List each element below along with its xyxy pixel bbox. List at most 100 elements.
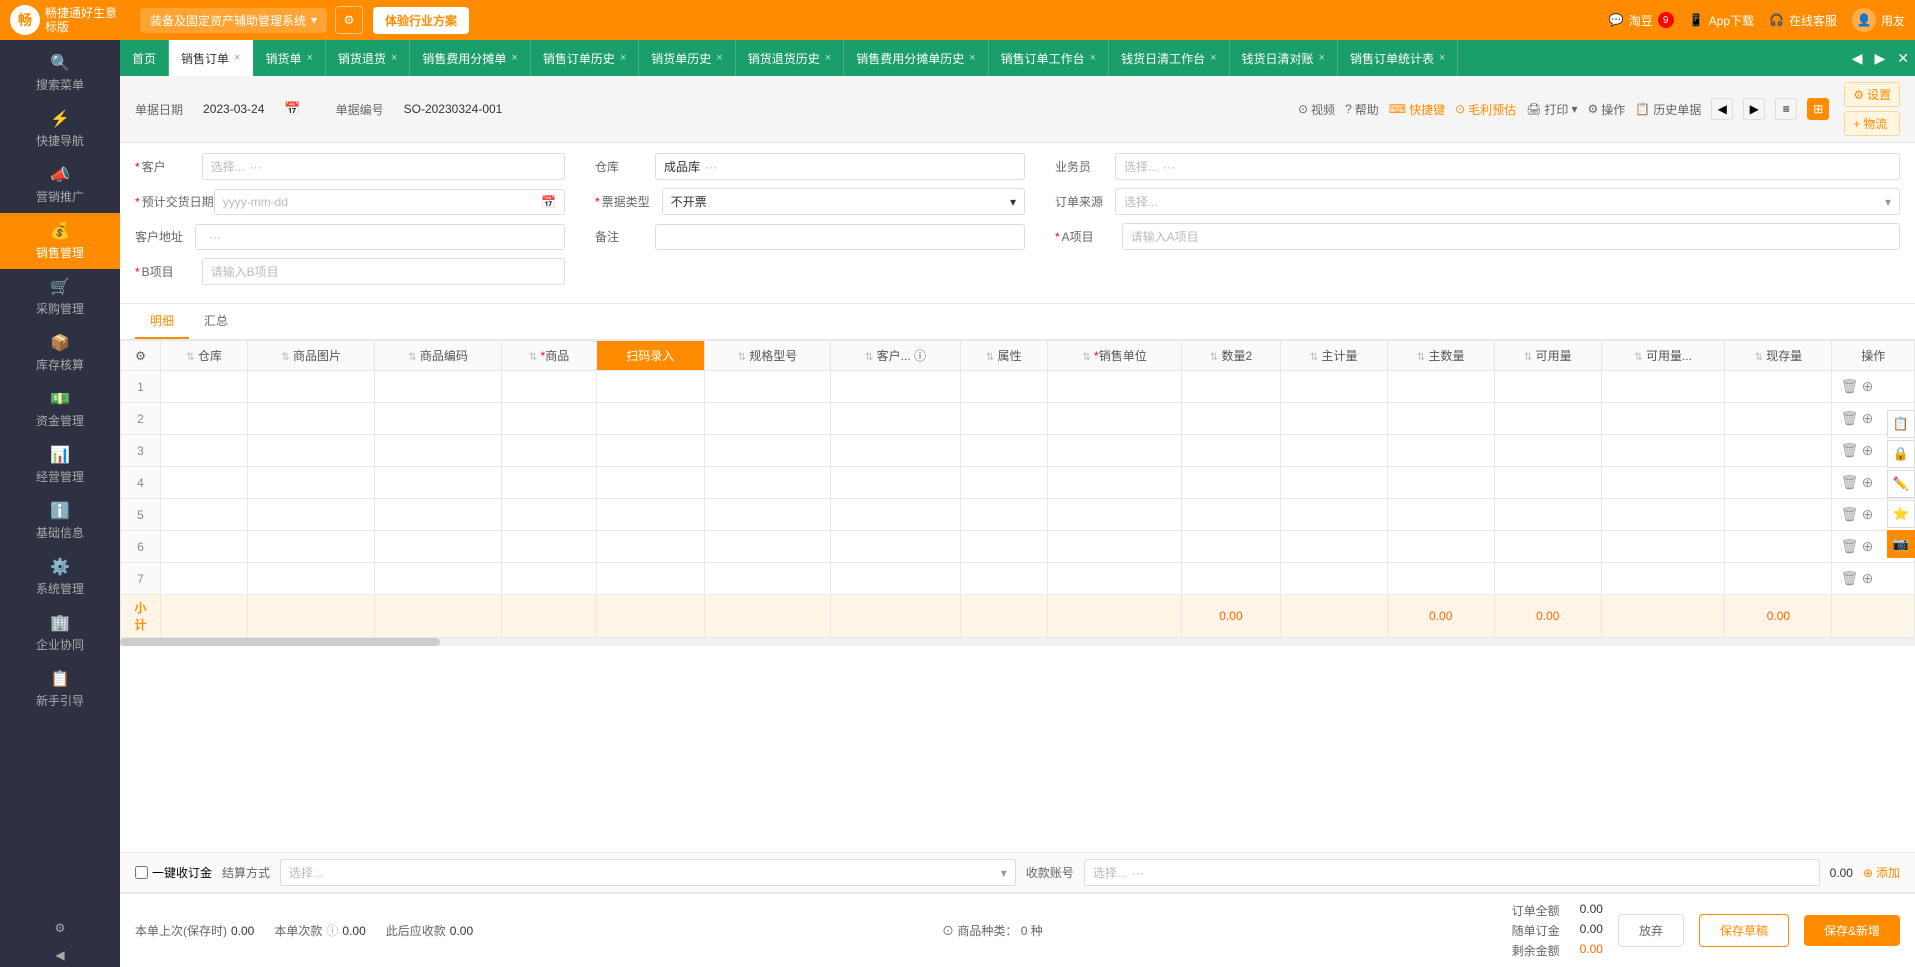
- close-tab-icon[interactable]: ×: [1090, 52, 1096, 64]
- cell-image[interactable]: [248, 499, 375, 531]
- cell-spec[interactable]: [704, 531, 831, 563]
- cell-attr[interactable]: [960, 531, 1047, 563]
- tab-sales-slip[interactable]: 销货单 ×: [253, 40, 325, 76]
- cell-unit[interactable]: [1047, 467, 1182, 499]
- prev-record-btn[interactable]: ◀: [1711, 98, 1733, 120]
- delete-row-btn[interactable]: 🗑: [1840, 538, 1858, 555]
- cell-main-unit[interactable]: [1280, 467, 1387, 499]
- cell-unit[interactable]: [1047, 563, 1182, 595]
- tab-slip-history[interactable]: 销货单历史 ×: [639, 40, 735, 76]
- tab-expense-history[interactable]: 销售费用分摊单历史 ×: [844, 40, 988, 76]
- tab-return-history[interactable]: 销货退货历史 ×: [736, 40, 844, 76]
- cell-main-unit[interactable]: [1280, 563, 1387, 595]
- calendar-icon[interactable]: 📅: [284, 101, 300, 117]
- tab-daily-workbench[interactable]: 钱货日清工作台 ×: [1109, 40, 1229, 76]
- cell-code[interactable]: [375, 435, 502, 467]
- cell-spec[interactable]: [704, 435, 831, 467]
- sidebar-item-system[interactable]: ⚙️ 系统管理: [0, 549, 120, 605]
- cell-available2[interactable]: [1601, 499, 1725, 531]
- cell-available2[interactable]: [1601, 403, 1725, 435]
- one-click-checkbox[interactable]: 一键收订金: [135, 864, 212, 881]
- cell-spec[interactable]: [704, 403, 831, 435]
- cell-main-unit[interactable]: [1280, 435, 1387, 467]
- cell-warehouse[interactable]: [161, 499, 248, 531]
- cell-customer-code[interactable]: [831, 371, 960, 403]
- grid-view-btn[interactable]: ⊞: [1807, 98, 1829, 120]
- next-record-btn[interactable]: ▶: [1743, 98, 1765, 120]
- copy-row-btn[interactable]: ⊕: [1862, 538, 1874, 555]
- close-tab-icon[interactable]: ×: [825, 52, 831, 64]
- scrollbar-thumb[interactable]: [120, 638, 440, 646]
- cell-main-qty[interactable]: [1387, 435, 1494, 467]
- cell-unit[interactable]: [1047, 499, 1182, 531]
- industry-btn[interactable]: 体验行业方案: [373, 7, 469, 34]
- tab-order-history[interactable]: 销售订单历史 ×: [531, 40, 639, 76]
- cell-code[interactable]: [375, 563, 502, 595]
- tab-sales-order[interactable]: 销售订单 ×: [169, 40, 253, 76]
- cell-spec[interactable]: [704, 371, 831, 403]
- cell-unit[interactable]: [1047, 403, 1182, 435]
- cell-spec[interactable]: [704, 499, 831, 531]
- cell-customer-code[interactable]: [831, 435, 960, 467]
- cell-customer-code[interactable]: [831, 499, 960, 531]
- cell-code[interactable]: [375, 531, 502, 563]
- tab-return[interactable]: 销货退货 ×: [326, 40, 410, 76]
- cell-attr[interactable]: [960, 563, 1047, 595]
- app-download-area[interactable]: 📱 App下载: [1689, 12, 1754, 29]
- close-tab-icon[interactable]: ×: [969, 52, 975, 64]
- cell-stock[interactable]: [1725, 531, 1832, 563]
- save-new-btn[interactable]: 保存&新增: [1804, 915, 1900, 946]
- cell-product[interactable]: [502, 371, 597, 403]
- cell-scan[interactable]: [596, 531, 704, 563]
- list-view-btn[interactable]: ≡: [1775, 98, 1797, 120]
- close-tab-icon[interactable]: ×: [716, 52, 722, 64]
- cell-customer-code[interactable]: [831, 467, 960, 499]
- delete-row-btn[interactable]: 🗑: [1840, 506, 1858, 523]
- float-btn-4[interactable]: ⭐: [1887, 500, 1915, 528]
- cell-code[interactable]: [375, 371, 502, 403]
- cell-qty2[interactable]: [1182, 563, 1280, 595]
- save-draft-btn[interactable]: 保存草稿: [1699, 914, 1789, 947]
- cell-available[interactable]: [1494, 467, 1601, 499]
- close-tab-icon[interactable]: ×: [391, 52, 397, 64]
- copy-row-btn[interactable]: ⊕: [1862, 474, 1874, 491]
- copy-row-btn[interactable]: ⊕: [1862, 378, 1874, 395]
- cell-scan[interactable]: [596, 371, 704, 403]
- order-source-select[interactable]: 选择... ▾: [1115, 188, 1900, 215]
- warehouse-input[interactable]: 成品库 ···: [655, 153, 1025, 180]
- cell-main-qty[interactable]: [1387, 403, 1494, 435]
- cell-unit[interactable]: [1047, 435, 1182, 467]
- cell-scan[interactable]: [596, 403, 704, 435]
- cell-stock[interactable]: [1725, 499, 1832, 531]
- cell-available[interactable]: [1494, 371, 1601, 403]
- cell-warehouse[interactable]: [161, 467, 248, 499]
- cell-main-qty[interactable]: [1387, 531, 1494, 563]
- one-click-input[interactable]: [135, 866, 148, 879]
- float-btn-5[interactable]: 📷: [1887, 530, 1915, 558]
- delete-row-btn[interactable]: 🗑: [1840, 442, 1858, 459]
- float-btn-3[interactable]: ✏️: [1887, 470, 1915, 498]
- close-tab-icon[interactable]: ×: [1210, 52, 1216, 64]
- cell-main-unit[interactable]: [1280, 531, 1387, 563]
- b-project-input[interactable]: 请输入B项目: [202, 258, 565, 285]
- cell-code[interactable]: [375, 403, 502, 435]
- close-tab-icon[interactable]: ×: [620, 52, 626, 64]
- sidebar-item-inventory[interactable]: 📦 库存核算: [0, 325, 120, 381]
- profit-link[interactable]: ⊙ 毛利预估: [1455, 101, 1516, 118]
- tab-reconcile[interactable]: 钱货日清对账 ×: [1230, 40, 1338, 76]
- cell-stock[interactable]: [1725, 403, 1832, 435]
- copy-row-btn[interactable]: ⊕: [1862, 442, 1874, 459]
- tab-expense[interactable]: 销售费用分摊单 ×: [410, 40, 530, 76]
- section-tab-summary[interactable]: 汇总: [189, 304, 243, 339]
- tab-home[interactable]: 首页: [120, 40, 169, 76]
- logistics-btn[interactable]: + 物流: [1844, 111, 1900, 136]
- horizontal-scrollbar[interactable]: [120, 638, 1915, 646]
- delivery-date-input[interactable]: yyyy-mm-dd 📅: [214, 189, 565, 215]
- cell-product[interactable]: [502, 467, 597, 499]
- tab-next-btn[interactable]: ▶: [1868, 40, 1891, 76]
- salesperson-input[interactable]: 选择... ···: [1115, 153, 1900, 180]
- invoice-type-select[interactable]: 不开票 ▾: [662, 188, 1025, 215]
- cell-main-unit[interactable]: [1280, 499, 1387, 531]
- cell-scan[interactable]: [596, 467, 704, 499]
- user-area[interactable]: 👤 用友: [1852, 8, 1905, 32]
